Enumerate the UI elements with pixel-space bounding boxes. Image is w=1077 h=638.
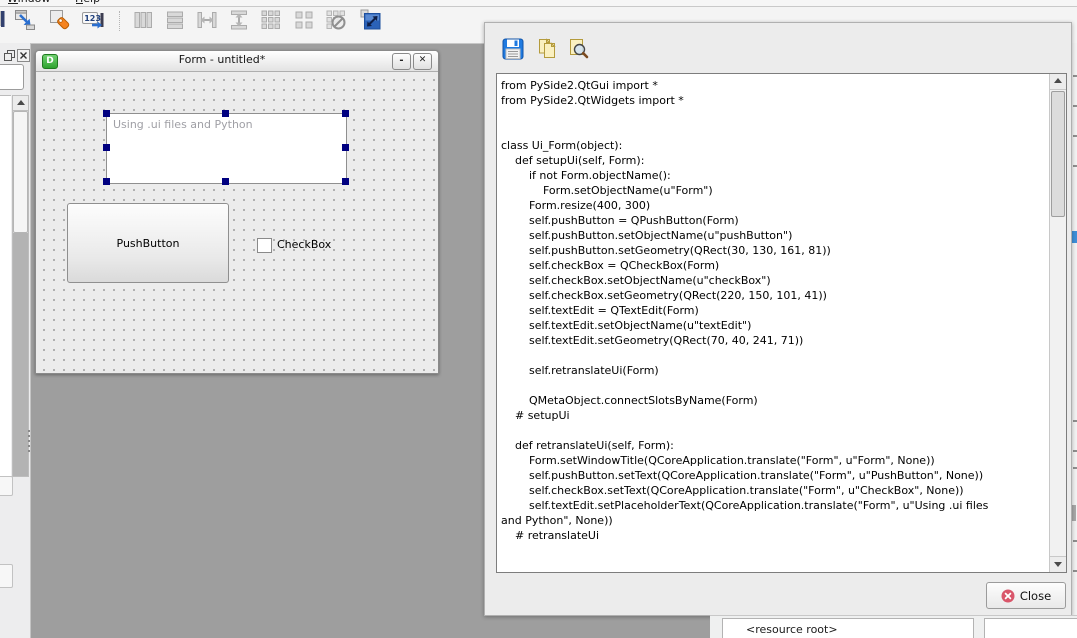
- widget-filter-input[interactable]: [0, 64, 24, 90]
- dock-close-icon[interactable]: [17, 47, 30, 60]
- close-button[interactable]: Close: [986, 582, 1066, 609]
- scroll-up-icon[interactable]: [1050, 74, 1066, 90]
- qt-designer-screen: Window Help 123: [0, 0, 1077, 638]
- svg-text:123: 123: [84, 14, 101, 23]
- dock-panel-edge: [0, 564, 13, 588]
- form-canvas[interactable]: Using .ui files and Python PushButton Ch…: [36, 72, 438, 373]
- selection-handle[interactable]: [342, 110, 349, 117]
- layout-vertical-splitter-icon[interactable]: [227, 8, 251, 32]
- widget-box-dock-edge: [0, 43, 31, 638]
- break-layout-icon[interactable]: [324, 8, 348, 32]
- adjust-size-icon[interactable]: [359, 8, 383, 32]
- layout-form-icon[interactable]: [292, 8, 316, 32]
- selection-handle[interactable]: [103, 144, 110, 151]
- checkbox-widget[interactable]: [257, 238, 272, 253]
- minimize-button[interactable]: -: [392, 53, 411, 70]
- code-scrollbar[interactable]: [1049, 74, 1066, 572]
- menu-mnemonic-underline: [76, 3, 83, 4]
- selection-handle[interactable]: [342, 144, 349, 151]
- form-window-title: Form - untitled*: [36, 53, 408, 66]
- layout-horizontal-splitter-icon[interactable]: [195, 8, 219, 32]
- scroll-up-icon[interactable]: [13, 96, 28, 111]
- selection-handle[interactable]: [103, 110, 110, 117]
- close-button-label: Close: [1020, 589, 1051, 603]
- dock-float-icon[interactable]: [3, 47, 16, 60]
- resource-browser-dock: <resource root>: [710, 615, 1077, 638]
- widget-list-scrollbar[interactable]: [12, 95, 29, 477]
- pushbutton-widget[interactable]: PushButton: [67, 203, 229, 283]
- generated-python-code: from PySide2.QtGui import * from PySide2…: [497, 74, 1066, 547]
- edit-tab-order-icon[interactable]: 123: [81, 8, 105, 32]
- scrollbar-thumb[interactable]: [1051, 91, 1065, 217]
- edit-signals-slots-icon[interactable]: [13, 8, 37, 32]
- selected-row-edge: [1072, 231, 1077, 243]
- toolbar-separator: [119, 11, 121, 31]
- layout-grid-icon[interactable]: [259, 8, 283, 32]
- resource-tree-panel: <resource root>: [722, 618, 974, 638]
- save-icon[interactable]: [501, 37, 525, 61]
- checkbox-label: CheckBox: [277, 238, 331, 252]
- selection-handle[interactable]: [103, 178, 110, 185]
- selection-handle[interactable]: [342, 178, 349, 185]
- scrollbar-track[interactable]: [13, 233, 28, 476]
- scrollbar-thumb[interactable]: [13, 111, 28, 233]
- menu-bar: Window Help: [0, 0, 1077, 7]
- close-circle-icon: [1001, 589, 1015, 603]
- layout-vertical-icon[interactable]: [163, 8, 187, 32]
- selection-handle[interactable]: [222, 110, 229, 117]
- generated-code-textarea[interactable]: from PySide2.QtGui import * from PySide2…: [496, 73, 1067, 573]
- edit-widgets-icon[interactable]: [0, 8, 9, 32]
- selection-handle[interactable]: [222, 178, 229, 185]
- resource-root-item[interactable]: <resource root>: [746, 623, 838, 636]
- widget-list-edge[interactable]: [0, 95, 11, 476]
- edit-buddies-icon[interactable]: [48, 8, 72, 32]
- copy-icon[interactable]: [536, 37, 560, 61]
- find-icon[interactable]: [566, 37, 590, 61]
- close-window-button[interactable]: ✕: [413, 53, 432, 70]
- splitter-handle[interactable]: [28, 427, 31, 455]
- scroll-down-icon[interactable]: [1050, 556, 1066, 572]
- dock-panel-edge: [0, 476, 13, 496]
- layout-horizontal-icon[interactable]: [131, 8, 155, 32]
- code-viewer-window: from PySide2.QtGui import * from PySide2…: [484, 22, 1072, 616]
- textedit-widget[interactable]: Using .ui files and Python: [106, 113, 347, 184]
- form-window-titlebar[interactable]: D Form - untitled* - ✕: [36, 51, 438, 72]
- resource-detail-panel: [984, 618, 1077, 638]
- menu-mnemonic-underline: [8, 3, 18, 4]
- form-editor-window: D Form - untitled* - ✕ Using .ui files a…: [35, 50, 439, 374]
